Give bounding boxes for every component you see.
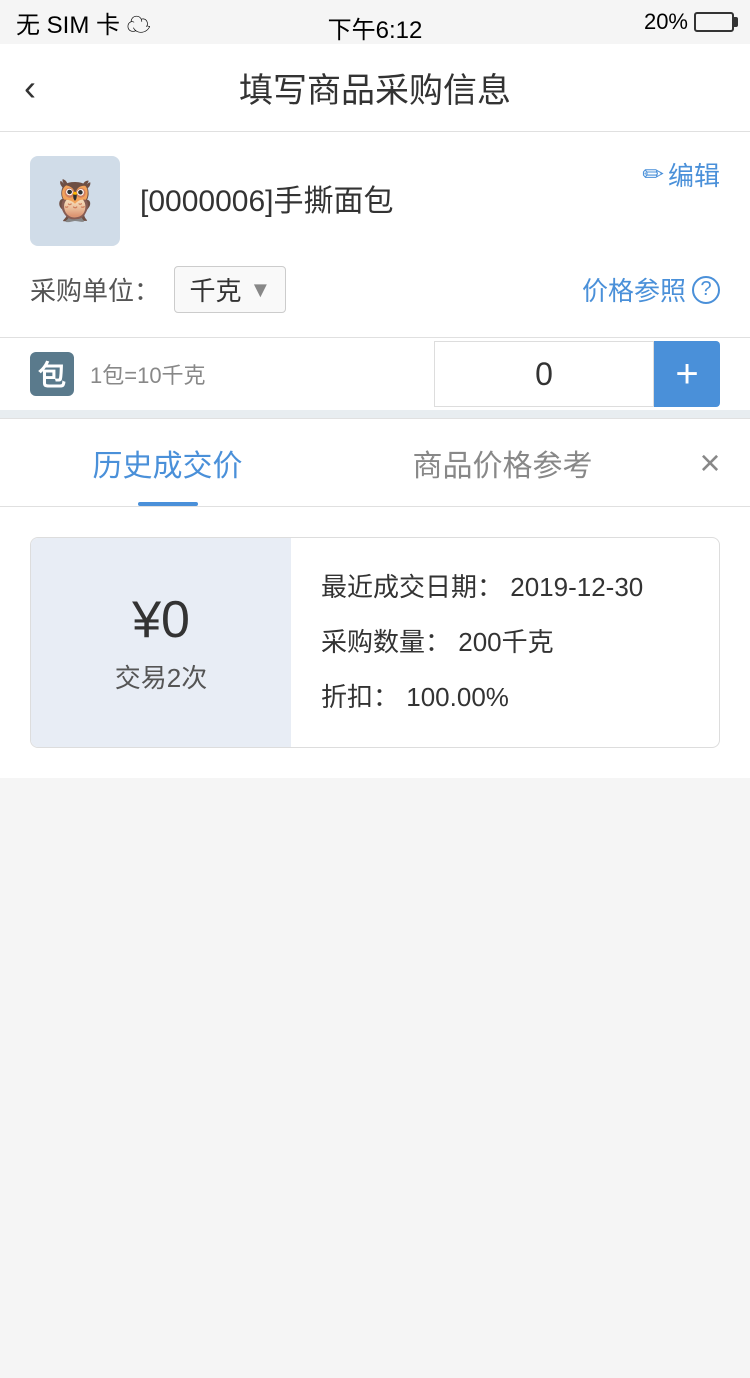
discount-label: 折扣： <box>321 682 399 712</box>
page-title: 填写商品采购信息 <box>239 63 511 112</box>
qty-row-value: 200千克 <box>458 627 553 657</box>
unit-label: 采购单位： <box>30 276 160 306</box>
recent-date-label: 最近成交日期： <box>321 572 503 602</box>
product-header: 🦉 [0000006]手撕面包 ✏ 编辑 <box>30 156 720 246</box>
close-icon: × <box>699 442 720 484</box>
back-button[interactable]: ‹ <box>24 67 36 109</box>
product-thumbnail: 🦉 <box>30 156 120 246</box>
status-left: 无 SIM 卡 ☁ <box>16 5 151 40</box>
product-info: [0000006]手撕面包 <box>140 176 393 226</box>
status-time: 下午6:12 <box>328 10 423 45</box>
tab-reference-label: 商品价格参考 <box>413 441 593 485</box>
unit-value: 千克 <box>189 271 241 308</box>
edit-button[interactable]: ✏ 编辑 <box>642 156 720 193</box>
price-ref-help-icon: ? <box>692 276 720 304</box>
tab-history-label: 历史成交价 <box>93 441 243 485</box>
product-logo-icon: 🦉 <box>50 181 100 221</box>
discount-row: 折扣： 100.00% <box>321 678 689 717</box>
unit-select[interactable]: 千克 ▼ <box>174 266 286 313</box>
nav-bar: ‹ 填写商品采购信息 <box>0 44 750 132</box>
history-card: ¥0 交易2次 最近成交日期： 2019-12-30 采购数量： 200千克 折… <box>30 537 720 748</box>
edit-icon: ✏ <box>642 159 664 190</box>
product-left: 🦉 [0000006]手撕面包 <box>30 156 393 246</box>
panel-close-button[interactable]: × <box>670 442 750 484</box>
price-ref-label: 价格参照 <box>582 271 686 308</box>
qty-value: 0 <box>535 356 553 393</box>
pkg-sublabel: 1包=10千克 <box>90 358 206 390</box>
edit-label: 编辑 <box>668 156 720 193</box>
qty-input[interactable]: 0 <box>434 341 654 407</box>
qty-row: 采购数量： 200千克 <box>321 623 689 662</box>
history-right: 最近成交日期： 2019-12-30 采购数量： 200千克 折扣： 100.0… <box>291 538 719 747</box>
product-name: [0000006]手撕面包 <box>140 176 393 220</box>
qty-row-label: 采购数量： <box>321 627 451 657</box>
unit-label-group: 采购单位： 千克 ▼ <box>30 266 286 313</box>
unit-dropdown-arrow: ▼ <box>249 277 271 303</box>
qty-controls: 0 + <box>434 341 720 407</box>
history-price-value: ¥0 <box>132 590 190 650</box>
status-right: 20% <box>644 9 734 35</box>
pkg-icon: 包 <box>30 352 74 396</box>
status-bar: 无 SIM 卡 ☁ 下午6:12 20% <box>0 0 750 44</box>
price-content: ¥0 交易2次 最近成交日期： 2019-12-30 采购数量： 200千克 折… <box>0 507 750 778</box>
history-left: ¥0 交易2次 <box>31 538 291 747</box>
tab-price-reference[interactable]: 商品价格参考 <box>335 419 670 506</box>
pkg-label: 包 <box>38 354 66 394</box>
quantity-section: 包 1包=10千克 0 + <box>0 338 750 418</box>
product-card: 🦉 [0000006]手撕面包 ✏ 编辑 采购单位： 千克 ▼ 价格参照 ? <box>0 132 750 338</box>
battery-icon <box>694 12 734 32</box>
history-trades-count: 交易2次 <box>115 658 207 695</box>
main-content <box>0 778 750 1378</box>
panel-tabs: 历史成交价 商品价格参考 × <box>0 419 750 507</box>
tab-history-price[interactable]: 历史成交价 <box>0 419 335 506</box>
unit-row: 采购单位： 千克 ▼ 价格参照 ? <box>30 266 720 313</box>
price-reference-button[interactable]: 价格参照 ? <box>582 271 720 308</box>
recent-date-row: 最近成交日期： 2019-12-30 <box>321 568 689 607</box>
price-panel: 历史成交价 商品价格参考 × ¥0 交易2次 最近成交日期： 2019-12-3… <box>0 418 750 778</box>
battery-percent: 20% <box>644 9 688 35</box>
qty-increment-button[interactable]: + <box>654 341 720 407</box>
discount-value: 100.00% <box>406 682 509 712</box>
qty-label-group: 包 1包=10千克 <box>30 352 206 396</box>
recent-date-value: 2019-12-30 <box>510 572 643 602</box>
